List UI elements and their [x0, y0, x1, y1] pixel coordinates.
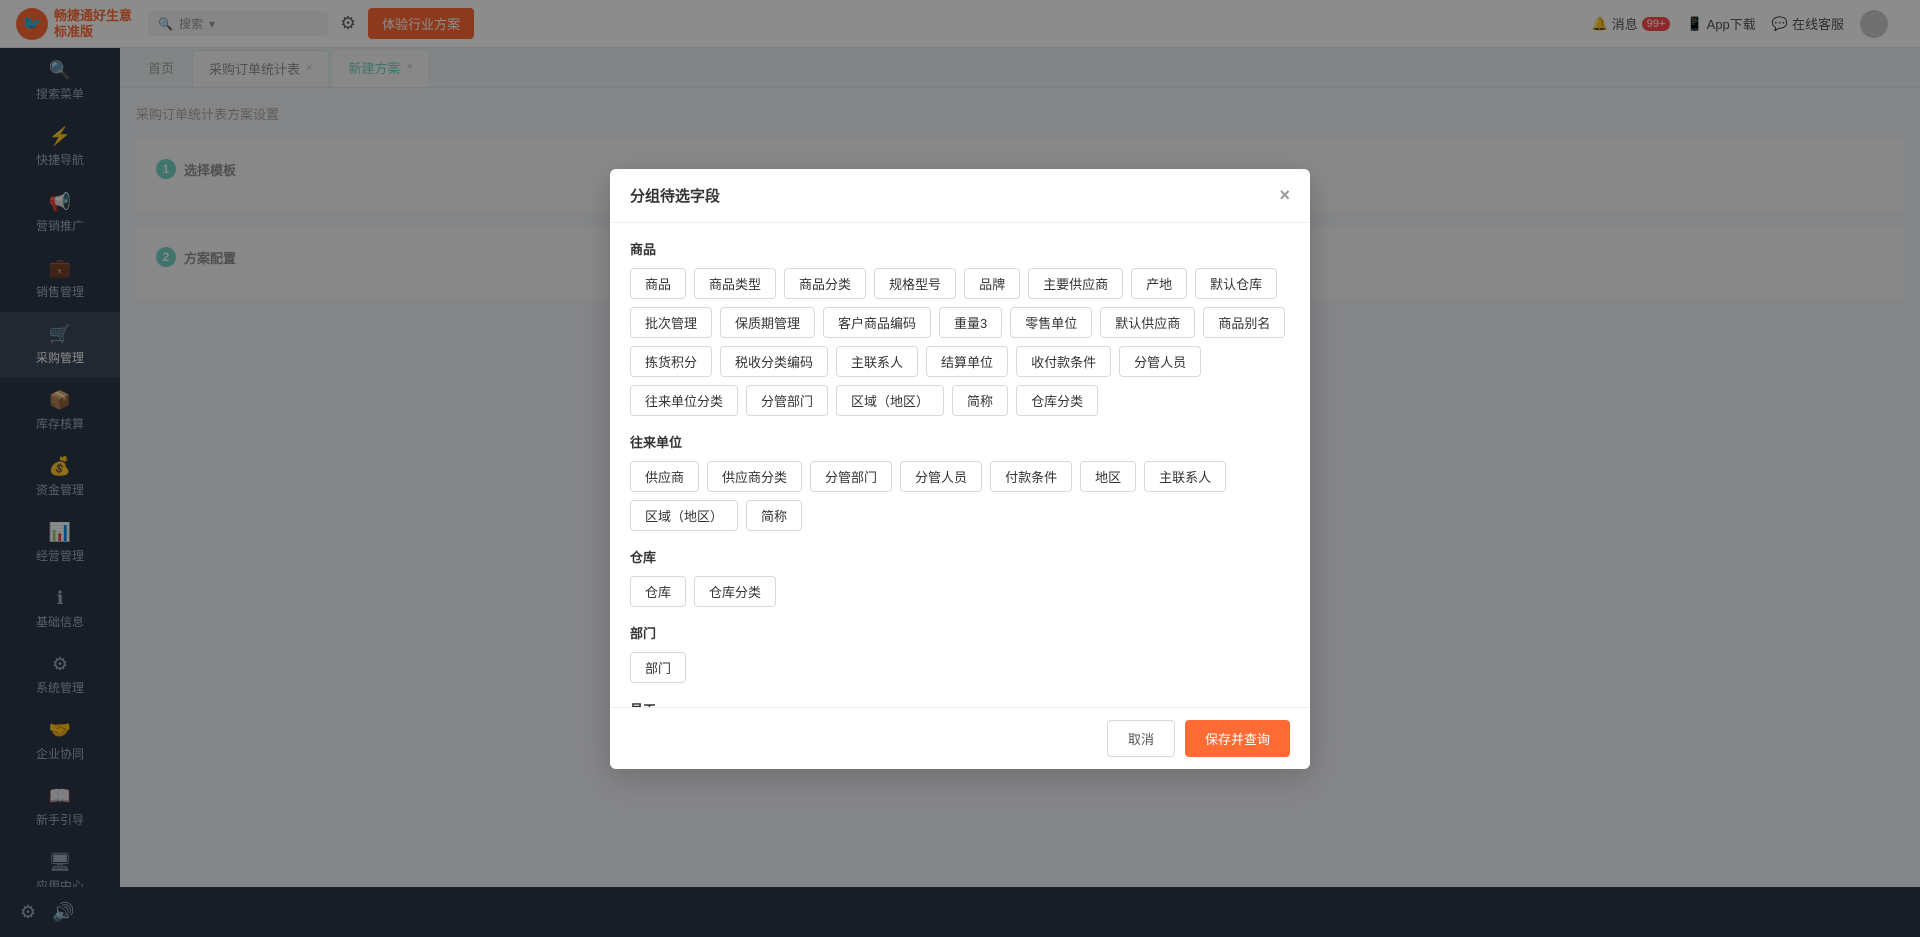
- field-tag-0-18[interactable]: 结算单位: [926, 346, 1008, 377]
- field-tag-0-24[interactable]: 简称: [952, 385, 1008, 416]
- field-tag-0-22[interactable]: 分管部门: [746, 385, 828, 416]
- field-tag-0-21[interactable]: 往来单位分类: [630, 385, 738, 416]
- field-tag-0-16[interactable]: 税收分类编码: [720, 346, 828, 377]
- field-tag-0-10[interactable]: 客户商品编码: [823, 307, 931, 338]
- field-tag-0-17[interactable]: 主联系人: [836, 346, 918, 377]
- field-tag-1-8[interactable]: 简称: [746, 500, 802, 531]
- field-tag-0-0[interactable]: 商品: [630, 268, 686, 299]
- section-title-3: 部门: [630, 623, 1290, 642]
- dialog-footer: 取消 保存并查询: [610, 707, 1310, 769]
- field-grid-0: 商品商品类型商品分类规格型号品牌主要供应商产地默认仓库批次管理保质期管理客户商品…: [630, 268, 1290, 416]
- field-tag-0-7[interactable]: 默认仓库: [1195, 268, 1277, 299]
- field-tag-1-2[interactable]: 分管部门: [810, 461, 892, 492]
- field-tag-2-0[interactable]: 仓库: [630, 576, 686, 607]
- cancel-button[interactable]: 取消: [1107, 720, 1175, 757]
- field-tag-0-13[interactable]: 默认供应商: [1100, 307, 1195, 338]
- dialog-header: 分组待选字段 ×: [610, 169, 1310, 223]
- field-grid-1: 供应商供应商分类分管部门分管人员付款条件地区主联系人区域（地区） 简称: [630, 461, 1290, 531]
- section-title-2: 仓库: [630, 547, 1290, 566]
- field-tag-0-19[interactable]: 收付款条件: [1016, 346, 1111, 377]
- field-tag-0-2[interactable]: 商品分类: [784, 268, 866, 299]
- field-grid-3: 部门: [630, 652, 1290, 683]
- field-tag-0-23[interactable]: 区域（地区）: [836, 385, 944, 416]
- field-tag-0-6[interactable]: 产地: [1131, 268, 1187, 299]
- field-tag-0-8[interactable]: 批次管理: [630, 307, 712, 338]
- field-tag-0-4[interactable]: 品牌: [964, 268, 1020, 299]
- field-tag-1-4[interactable]: 付款条件: [990, 461, 1072, 492]
- field-tag-1-5[interactable]: 地区: [1080, 461, 1136, 492]
- field-tag-3-0[interactable]: 部门: [630, 652, 686, 683]
- field-select-dialog: 分组待选字段 × 商品商品商品类型商品分类规格型号品牌主要供应商产地默认仓库批次…: [610, 169, 1310, 769]
- field-tag-1-1[interactable]: 供应商分类: [707, 461, 802, 492]
- field-tag-1-0[interactable]: 供应商: [630, 461, 699, 492]
- field-tag-0-12[interactable]: 零售单位: [1010, 307, 1092, 338]
- field-tag-2-1[interactable]: 仓库分类: [694, 576, 776, 607]
- field-tag-0-1[interactable]: 商品类型: [694, 268, 776, 299]
- field-tag-0-14[interactable]: 商品别名: [1203, 307, 1285, 338]
- dialog-title: 分组待选字段: [630, 185, 720, 206]
- field-grid-2: 仓库仓库分类: [630, 576, 1290, 607]
- section-title-0: 商品: [630, 239, 1290, 258]
- field-tag-0-25[interactable]: 仓库分类: [1016, 385, 1098, 416]
- field-tag-0-20[interactable]: 分管人员: [1119, 346, 1201, 377]
- field-tag-0-5[interactable]: 主要供应商: [1028, 268, 1123, 299]
- field-tag-1-3[interactable]: 分管人员: [900, 461, 982, 492]
- field-tag-0-3[interactable]: 规格型号: [874, 268, 956, 299]
- section-title-1: 往来单位: [630, 432, 1290, 451]
- dialog-body: 商品商品商品类型商品分类规格型号品牌主要供应商产地默认仓库批次管理保质期管理客户…: [610, 223, 1310, 707]
- field-tag-0-15[interactable]: 拣货积分: [630, 346, 712, 377]
- section-title-4: 员工: [630, 699, 1290, 707]
- dialog-close-button[interactable]: ×: [1279, 185, 1290, 206]
- field-tag-1-6[interactable]: 主联系人: [1144, 461, 1226, 492]
- save-button[interactable]: 保存并查询: [1185, 720, 1290, 757]
- field-tag-0-9[interactable]: 保质期管理: [720, 307, 815, 338]
- dialog-overlay: 分组待选字段 × 商品商品商品类型商品分类规格型号品牌主要供应商产地默认仓库批次…: [0, 0, 1920, 937]
- field-tag-0-11[interactable]: 重量3: [939, 307, 1002, 338]
- field-tag-1-7[interactable]: 区域（地区）: [630, 500, 738, 531]
